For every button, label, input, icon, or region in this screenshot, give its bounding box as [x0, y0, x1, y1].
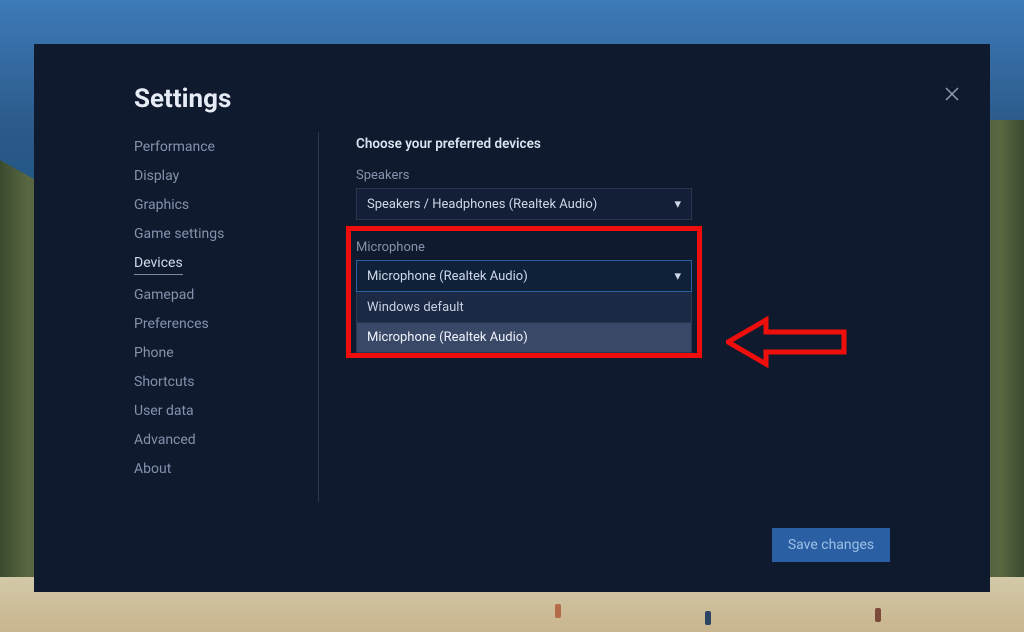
save-changes-button[interactable]: Save changes — [772, 528, 890, 562]
vertical-divider — [318, 132, 319, 502]
sidebar-item-phone[interactable]: Phone — [134, 344, 174, 362]
sidebar-item-shortcuts[interactable]: Shortcuts — [134, 373, 195, 391]
page-title: Settings — [134, 84, 231, 114]
sidebar-item-advanced[interactable]: Advanced — [134, 431, 196, 449]
section-title: Choose your preferred devices — [356, 136, 736, 152]
sidebar-item-about[interactable]: About — [134, 460, 171, 478]
microphone-label: Microphone — [356, 240, 736, 255]
speakers-label: Speakers — [356, 168, 736, 183]
chevron-down-icon: ▾ — [674, 197, 681, 212]
annotation-arrow — [726, 314, 850, 370]
sidebar-item-preferences[interactable]: Preferences — [134, 315, 209, 333]
sidebar-item-user-data[interactable]: User data — [134, 402, 194, 420]
bg-person — [875, 608, 881, 622]
bg-person — [555, 604, 561, 618]
microphone-option-realtek[interactable]: Microphone (Realtek Audio) — [357, 322, 691, 352]
close-icon — [945, 87, 959, 101]
microphone-value: Microphone (Realtek Audio) — [367, 269, 528, 284]
sidebar-item-display[interactable]: Display — [134, 167, 179, 185]
chevron-down-icon: ▾ — [674, 269, 681, 284]
microphone-option-default[interactable]: Windows default — [357, 292, 691, 322]
speakers-select[interactable]: Speakers / Headphones (Realtek Audio) ▾ — [356, 188, 692, 220]
bg-person — [705, 611, 711, 625]
sidebar-item-performance[interactable]: Performance — [134, 138, 215, 156]
sidebar-item-graphics[interactable]: Graphics — [134, 196, 189, 214]
microphone-select[interactable]: Microphone (Realtek Audio) ▾ — [356, 260, 692, 292]
close-button[interactable] — [942, 84, 962, 104]
microphone-field: Microphone Microphone (Realtek Audio) ▾ … — [356, 240, 736, 353]
sidebar: Performance Display Graphics Game settin… — [134, 138, 314, 478]
microphone-dropdown: Windows default Microphone (Realtek Audi… — [356, 292, 692, 353]
speakers-field: Speakers Speakers / Headphones (Realtek … — [356, 168, 736, 220]
settings-panel: Settings Performance Display Graphics Ga… — [34, 44, 990, 592]
sidebar-item-gamepad[interactable]: Gamepad — [134, 286, 194, 304]
sidebar-item-devices[interactable]: Devices — [134, 254, 183, 275]
speakers-value: Speakers / Headphones (Realtek Audio) — [367, 197, 597, 212]
content-area: Choose your preferred devices Speakers S… — [356, 136, 736, 353]
sidebar-item-game-settings[interactable]: Game settings — [134, 225, 224, 243]
